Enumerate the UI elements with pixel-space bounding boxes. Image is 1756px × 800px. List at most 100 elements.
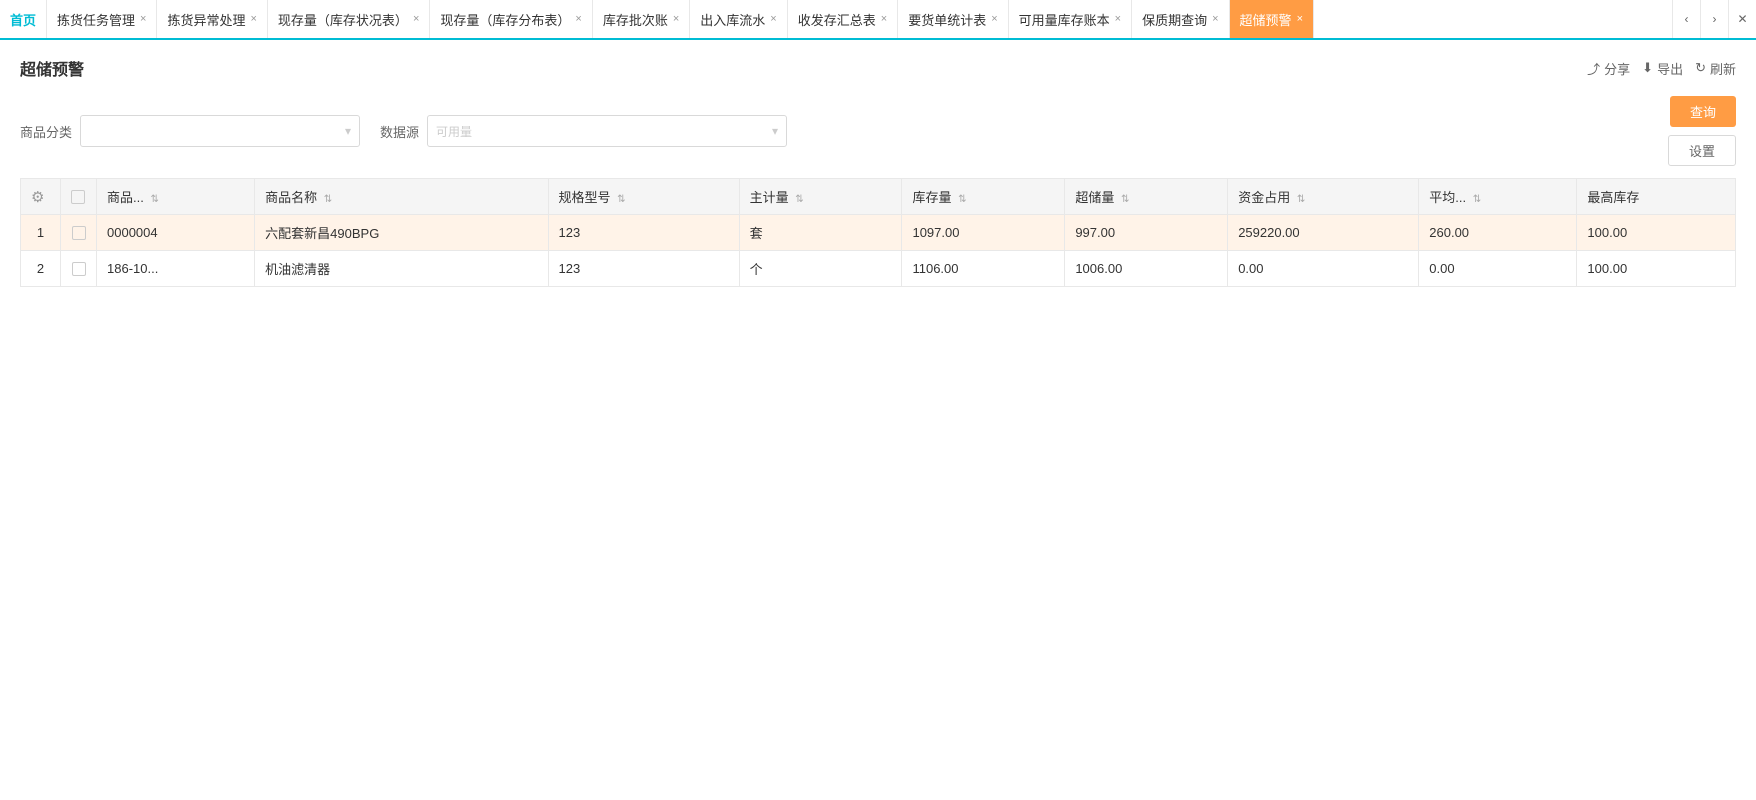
nav-tab-6[interactable]: 收发存汇总表 × (788, 0, 898, 39)
col-spec: 规格型号 ⇅ (548, 179, 739, 215)
nav-tab-close-1[interactable]: × (250, 13, 256, 25)
nav-arrows: ‹ › ✕ (1672, 0, 1756, 39)
row-max-stock-0: 100.00 (1577, 215, 1736, 251)
row-capital-0: 259220.00 (1228, 215, 1419, 251)
row-checkbox-0 (61, 215, 97, 251)
nav-tab-4[interactable]: 库存批次账 × (593, 0, 690, 39)
nav-home-label: 首页 (10, 10, 36, 29)
category-dropdown-icon: ▾ (345, 124, 351, 138)
filter-row: 商品分类 ▾ 数据源 可用量 ▾ 查询 设置 (20, 96, 1736, 166)
nav-tab-0[interactable]: 拣货任务管理 × (47, 0, 157, 39)
col-stock: 库存量 ⇅ (902, 179, 1065, 215)
sort-stock-icon[interactable]: ⇅ (958, 194, 966, 205)
table-row: 1 0000004 六配套新昌490BPG 123 套 1097.00 997.… (21, 215, 1736, 251)
nav-tab-label-9: 保质期查询 (1142, 10, 1207, 29)
row-product-code-1: 186-10... (97, 251, 255, 287)
nav-tab-10[interactable]: 超储预警 × (1230, 0, 1314, 39)
row-num-1: 2 (21, 251, 61, 287)
col-max-stock: 最高库存 (1577, 179, 1736, 215)
nav-tab-label-4: 库存批次账 (603, 10, 668, 29)
nav-tab-1[interactable]: 拣货异常处理 × (157, 0, 267, 39)
sort-avg-icon[interactable]: ⇅ (1473, 194, 1481, 205)
row-spec-1: 123 (548, 251, 739, 287)
sort-overstock-icon[interactable]: ⇅ (1121, 194, 1129, 205)
row-checkbox-input-0[interactable] (72, 226, 86, 240)
category-select[interactable]: ▾ (80, 115, 360, 147)
settings-button[interactable]: 设置 (1668, 135, 1736, 166)
nav-tab-close-2[interactable]: × (413, 13, 419, 25)
row-stock-1: 1106.00 (902, 251, 1065, 287)
nav-tab-3[interactable]: 现存量（库存分布表） × (430, 0, 592, 39)
nav-tab-close-4[interactable]: × (673, 13, 679, 25)
sort-unit-icon[interactable]: ⇅ (795, 194, 803, 205)
nav-close-button[interactable]: ✕ (1728, 0, 1756, 39)
category-label: 商品分类 (20, 122, 72, 141)
nav-next-button[interactable]: › (1700, 0, 1728, 39)
nav-tab-label-10: 超储预警 (1240, 10, 1292, 29)
header-actions: ⤴ 分享 ⬇ 导出 ↻ 刷新 (1587, 59, 1736, 78)
nav-tab-8[interactable]: 可用量库存账本 × (1009, 0, 1132, 39)
export-button[interactable]: ⬇ 导出 (1642, 59, 1683, 78)
export-label: 导出 (1657, 59, 1683, 78)
row-product-name-1: 机油滤清器 (255, 251, 548, 287)
row-overstock-0: 997.00 (1065, 215, 1228, 251)
sort-product-code-icon[interactable]: ⇅ (150, 194, 158, 205)
nav-tab-7[interactable]: 要货单统计表 × (898, 0, 1008, 39)
sort-product-name-icon[interactable]: ⇅ (324, 194, 332, 205)
col-unit: 主计量 ⇅ (739, 179, 902, 215)
row-avg-1: 0.00 (1419, 251, 1577, 287)
sort-capital-icon[interactable]: ⇅ (1297, 194, 1305, 205)
datasource-label: 数据源 (380, 122, 419, 141)
header-checkbox[interactable] (71, 190, 85, 204)
row-num-0: 1 (21, 215, 61, 251)
data-table: 商品... ⇅ 商品名称 ⇅ 规格型号 ⇅ 主计量 ⇅ 库存量 ⇅ (20, 178, 1736, 287)
nav-tab-close-7[interactable]: × (991, 13, 997, 25)
nav-tab-label-8: 可用量库存账本 (1019, 10, 1110, 29)
nav-prev-button[interactable]: ‹ (1672, 0, 1700, 39)
nav-tab-close-6[interactable]: × (881, 13, 887, 25)
page-title: 超储预警 (20, 56, 84, 80)
row-overstock-1: 1006.00 (1065, 251, 1228, 287)
nav-tab-close-8[interactable]: × (1115, 13, 1121, 25)
query-button[interactable]: 查询 (1670, 96, 1736, 127)
datasource-value: 可用量 (436, 123, 472, 140)
nav-tab-label-5: 出入库流水 (700, 10, 765, 29)
row-spec-0: 123 (548, 215, 739, 251)
sort-spec-icon[interactable]: ⇅ (617, 194, 625, 205)
refresh-button[interactable]: ↻ 刷新 (1695, 59, 1736, 78)
nav-tab-label-2: 现存量（库存状况表） (278, 10, 408, 29)
datasource-dropdown-icon: ▾ (772, 124, 778, 138)
col-product-name: 商品名称 ⇅ (255, 179, 548, 215)
row-unit-0: 套 (739, 215, 902, 251)
col-settings (21, 179, 61, 215)
export-icon: ⬇ (1642, 60, 1653, 76)
nav-tab-2[interactable]: 现存量（库存状况表） × (268, 0, 430, 39)
nav-tab-label-6: 收发存汇总表 (798, 10, 876, 29)
nav-tab-close-5[interactable]: × (770, 13, 776, 25)
row-unit-1: 个 (739, 251, 902, 287)
datasource-select[interactable]: 可用量 ▾ (427, 115, 787, 147)
col-product-code: 商品... ⇅ (97, 179, 255, 215)
filter-category: 商品分类 ▾ (20, 115, 360, 147)
share-icon: ⤴ (1587, 59, 1600, 78)
nav-tab-close-10[interactable]: × (1297, 13, 1303, 25)
col-capital: 资金占用 ⇅ (1228, 179, 1419, 215)
page-content: 超储预警 ⤴ 分享 ⬇ 导出 ↻ 刷新 商品分类 ▾ 数据源 (0, 40, 1756, 800)
nav-tab-close-0[interactable]: × (140, 13, 146, 25)
row-product-name-0: 六配套新昌490BPG (255, 215, 548, 251)
nav-tab-close-9[interactable]: × (1212, 13, 1218, 25)
col-checkbox (61, 179, 97, 215)
nav-home[interactable]: 首页 (0, 0, 47, 39)
refresh-label: 刷新 (1710, 59, 1736, 78)
share-button[interactable]: ⤴ 分享 (1587, 59, 1630, 78)
col-avg: 平均... ⇅ (1419, 179, 1577, 215)
col-overstock: 超储量 ⇅ (1065, 179, 1228, 215)
row-avg-0: 260.00 (1419, 215, 1577, 251)
nav-tab-close-3[interactable]: × (575, 13, 581, 25)
nav-tab-5[interactable]: 出入库流水 × (690, 0, 787, 39)
row-checkbox-input-1[interactable] (72, 262, 86, 276)
nav-tab-9[interactable]: 保质期查询 × (1132, 0, 1229, 39)
page-header: 超储预警 ⤴ 分享 ⬇ 导出 ↻ 刷新 (20, 56, 1736, 80)
gear-icon[interactable] (31, 190, 44, 205)
top-navigation: 首页 拣货任务管理 × 拣货异常处理 × 现存量（库存状况表） × 现存量（库存… (0, 0, 1756, 40)
